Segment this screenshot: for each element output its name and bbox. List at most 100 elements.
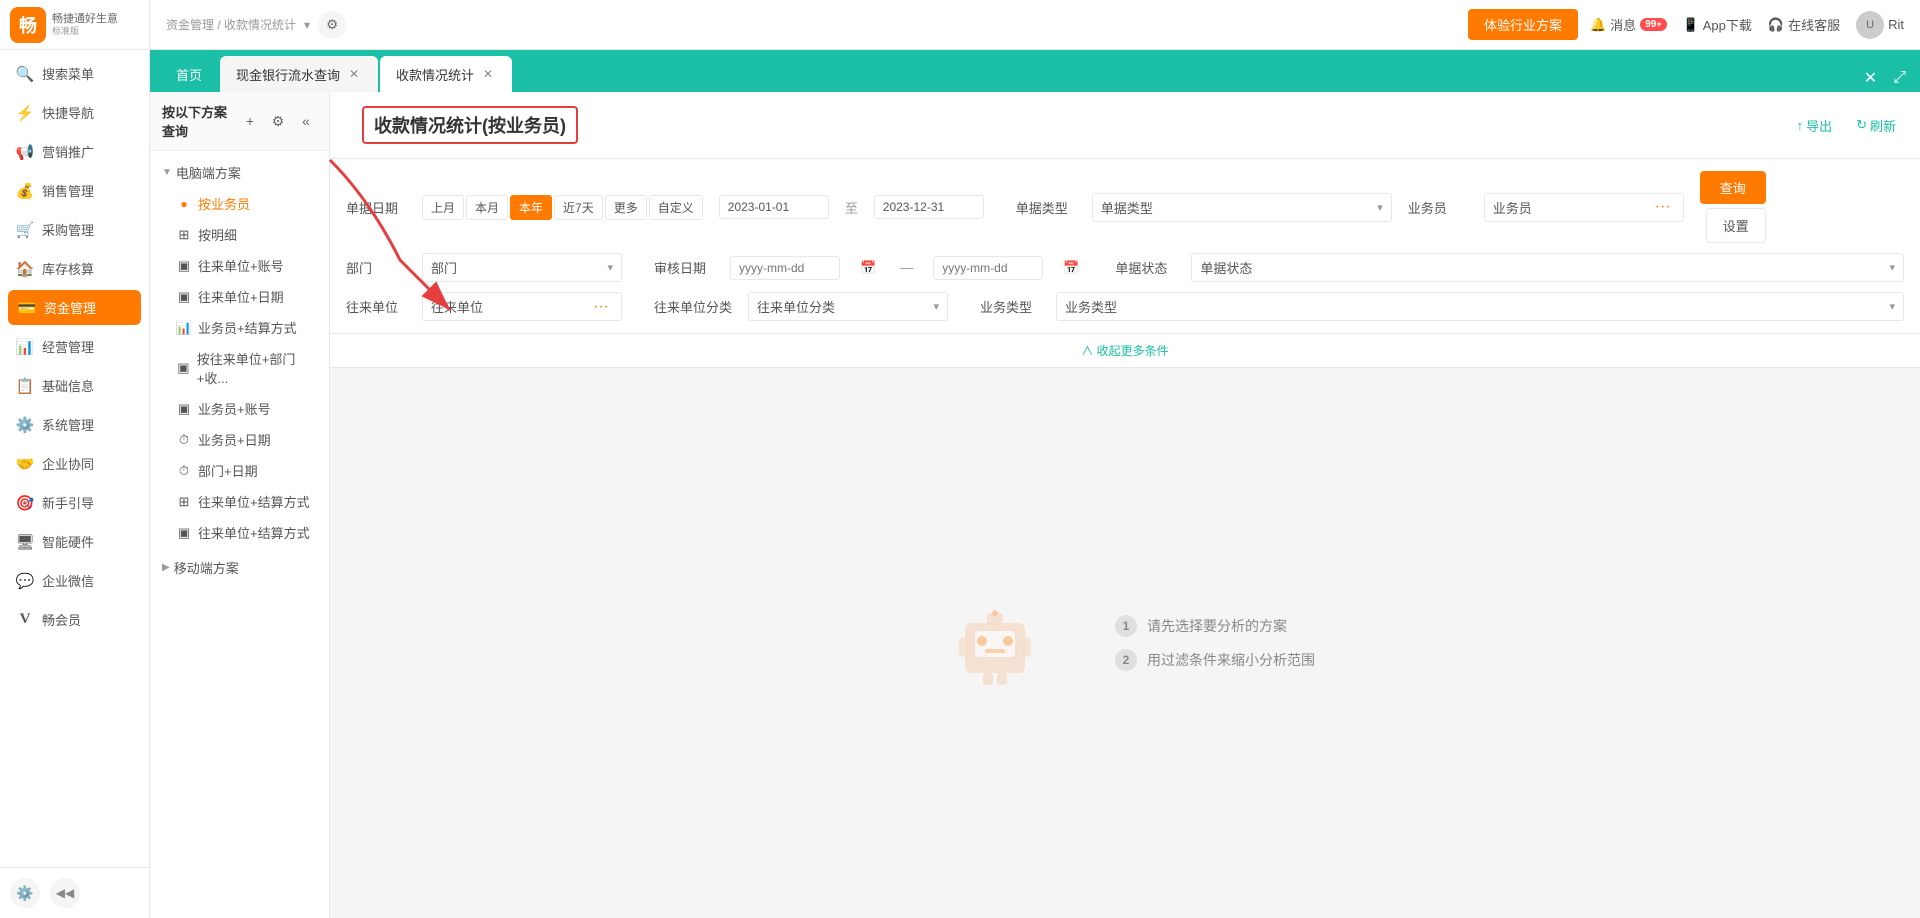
- left-panel-settings-btn[interactable]: ⚙: [267, 110, 289, 132]
- sidebar-item-hardware[interactable]: 🖥 智能硬件: [0, 522, 149, 561]
- tab-bank-flow-close[interactable]: ✕: [346, 66, 362, 82]
- tree-item-by-salesperson[interactable]: ● 按业务员: [150, 188, 329, 219]
- tab-bank-flow[interactable]: 现金银行流水查询 ✕: [220, 56, 378, 92]
- collapse-bar[interactable]: ∧ 收起更多条件: [330, 334, 1920, 368]
- sidebar-item-warehouse[interactable]: 🏠 库存核算: [0, 249, 149, 288]
- sidebar-item-marketing[interactable]: 📢 营销推广: [0, 132, 149, 171]
- right-panel-actions: ↑ 导出 ↻ 刷新: [1789, 112, 1904, 139]
- sidebar-item-quicknav[interactable]: ⚡ 快捷导航: [0, 93, 149, 132]
- date-btn-this-month[interactable]: 本月: [466, 195, 508, 220]
- sidebar-item-label: 新手引导: [42, 493, 94, 512]
- page-title-box: 收款情况统计(按业务员): [362, 106, 578, 144]
- date-from-input[interactable]: [719, 195, 829, 219]
- tree-item-partner-date[interactable]: ▣ 往来单位+日期: [150, 281, 329, 312]
- calendar-icon-to[interactable]: 📅: [1063, 260, 1079, 276]
- refresh-btn[interactable]: ↻ 刷新: [1848, 112, 1904, 139]
- empty-step-1: 1 请先选择要分析的方案: [1115, 615, 1315, 637]
- salesperson-select[interactable]: 业务员 ···: [1484, 193, 1684, 222]
- date-btn-more[interactable]: 更多: [605, 195, 647, 220]
- tree-item-dept-date[interactable]: ⏱ 部门+日期: [150, 455, 329, 486]
- tab-close-all-btn[interactable]: ✕: [1860, 64, 1881, 92]
- header-gear-btn[interactable]: ⚙: [318, 11, 346, 39]
- sidebar-item-system[interactable]: ⚙️ 系统管理: [0, 405, 149, 444]
- notification-btn[interactable]: 🔔 消息 99+: [1590, 15, 1667, 34]
- collapse-icon: ∧: [1081, 344, 1093, 358]
- breadcrumb-dropdown-icon[interactable]: ▾: [304, 18, 310, 32]
- user-profile-btn[interactable]: U Rit: [1856, 11, 1904, 39]
- tab-collection-stat[interactable]: 收款情况统计 ✕: [380, 56, 512, 92]
- tree-item-icon-sp-settle: 📊: [176, 320, 192, 336]
- step-1-label: 请先选择要分析的方案: [1147, 616, 1287, 636]
- query-btn[interactable]: 查询: [1700, 171, 1766, 204]
- tree-item-label: 往来单位+结算方式: [198, 523, 310, 542]
- date-to-input[interactable]: [874, 195, 984, 219]
- filter-settings-btn[interactable]: 设置: [1706, 208, 1766, 243]
- left-panel-add-btn[interactable]: +: [239, 110, 261, 132]
- sidebar-item-guide[interactable]: 🎯 新手引导: [0, 483, 149, 522]
- receipt-type-select[interactable]: 单据类型 ▾: [1092, 193, 1392, 222]
- sidebar-item-basic[interactable]: 📋 基础信息: [0, 366, 149, 405]
- more-options-icon[interactable]: ···: [1655, 198, 1671, 216]
- receipt-status-value: 单据状态: [1200, 258, 1252, 277]
- left-panel: 按以下方案查询 + ⚙ « ▼ 电脑端方案 ● 按业务员: [150, 92, 330, 918]
- sidebar-item-enterprise[interactable]: 🤝 企业协同: [0, 444, 149, 483]
- tree-item-sp-date[interactable]: ⏱ 业务员+日期: [150, 424, 329, 455]
- date-btn-7days[interactable]: 近7天: [554, 195, 603, 220]
- date-btn-last-month[interactable]: 上月: [422, 195, 464, 220]
- sidebar-settings-btn[interactable]: ⚙️: [10, 878, 40, 908]
- app-download-btn[interactable]: 📱 App下载: [1683, 15, 1752, 34]
- tab-home[interactable]: 首页: [160, 56, 218, 92]
- tree-section-label-mobile: 移动端方案: [174, 558, 239, 577]
- biz-type-arrow-icon: ▾: [1889, 300, 1895, 313]
- export-btn[interactable]: ↑ 导出: [1789, 112, 1841, 139]
- notification-label: 消息: [1610, 15, 1636, 34]
- biz-type-select[interactable]: 业务类型 ▾: [1056, 292, 1904, 321]
- tree-item-by-detail[interactable]: ⊞ 按明细: [150, 219, 329, 250]
- tree-item-partner-settle2[interactable]: ▣ 往来单位+结算方式: [150, 517, 329, 548]
- tab-maximize-btn[interactable]: ⤢: [1889, 65, 1910, 91]
- scheme-tree: ▼ 电脑端方案 ● 按业务员 ⊞ 按明细 ▣ 往来单位+账号: [150, 151, 329, 918]
- tab-bank-flow-label: 现金银行流水查询: [236, 65, 340, 84]
- tree-section-desktop: ▼ 电脑端方案 ● 按业务员 ⊞ 按明细 ▣ 往来单位+账号: [150, 157, 329, 548]
- filter-row-3: 往来单位 往来单位 ··· 往来单位分类 往来单位分类 ▾ 业务类型 业务类型 …: [346, 292, 1904, 321]
- date-btn-this-year[interactable]: 本年: [510, 195, 552, 220]
- refresh-icon: ↻: [1856, 117, 1867, 133]
- sidebar-item-sales[interactable]: 💰 销售管理: [0, 171, 149, 210]
- tree-item-partner-dept[interactable]: ▣ 按往来单位+部门+收...: [150, 343, 329, 393]
- trial-btn[interactable]: 体验行业方案: [1468, 9, 1578, 40]
- partner-category-select[interactable]: 往来单位分类 ▾: [748, 292, 948, 321]
- tree-item-partner-account[interactable]: ▣ 往来单位+账号: [150, 250, 329, 281]
- export-icon: ↑: [1797, 118, 1804, 133]
- left-panel-collapse-btn[interactable]: «: [295, 110, 317, 132]
- notification-badge: 99+: [1640, 18, 1666, 31]
- sidebar-item-purchase[interactable]: 🛒 采购管理: [0, 210, 149, 249]
- sidebar-item-search[interactable]: 🔍 搜索菜单: [0, 54, 149, 93]
- sidebar-item-operations[interactable]: 📊 经营管理: [0, 327, 149, 366]
- logo-app-name: 畅捷通好生意: [52, 13, 118, 25]
- tree-item-label: 按往来单位+部门+收...: [197, 349, 317, 387]
- dept-select[interactable]: 部门 ▾: [422, 253, 622, 282]
- date-btn-custom[interactable]: 自定义: [649, 195, 703, 220]
- tab-bar-right: ✕ ⤢: [1860, 64, 1910, 92]
- tree-item-partner-settle1[interactable]: ⊞ 往来单位+结算方式: [150, 486, 329, 517]
- sidebar-item-member[interactable]: V 畅会员: [0, 600, 149, 639]
- tab-collection-stat-close[interactable]: ✕: [480, 66, 496, 82]
- review-date-to-input[interactable]: [933, 256, 1043, 280]
- review-date-from-input[interactable]: [730, 256, 840, 280]
- tree-item-salesperson-settle[interactable]: 📊 业务员+结算方式: [150, 312, 329, 343]
- partner-select[interactable]: 往来单位 ···: [422, 292, 622, 321]
- sidebar-collapse-btn[interactable]: ◀◀: [50, 878, 80, 908]
- tree-section-mobile: ▶ 移动端方案: [150, 552, 329, 583]
- calendar-icon-from[interactable]: 📅: [860, 260, 876, 276]
- tree-section-desktop-header[interactable]: ▼ 电脑端方案: [150, 157, 329, 188]
- partner-more-icon[interactable]: ···: [593, 298, 609, 316]
- sidebar-item-label: 企业协同: [42, 454, 94, 473]
- sidebar-item-wechat[interactable]: 💬 企业微信: [0, 561, 149, 600]
- online-service-btn[interactable]: 🎧 在线客服: [1768, 15, 1840, 34]
- tree-section-mobile-header[interactable]: ▶ 移动端方案: [150, 552, 329, 583]
- tree-item-label: 往来单位+账号: [198, 256, 284, 275]
- guide-icon: 🎯: [16, 494, 34, 512]
- sidebar-item-finance[interactable]: 💳 资金管理: [8, 290, 141, 325]
- receipt-status-select[interactable]: 单据状态 ▾: [1191, 253, 1904, 282]
- tree-item-sp-account[interactable]: ▣ 业务员+账号: [150, 393, 329, 424]
